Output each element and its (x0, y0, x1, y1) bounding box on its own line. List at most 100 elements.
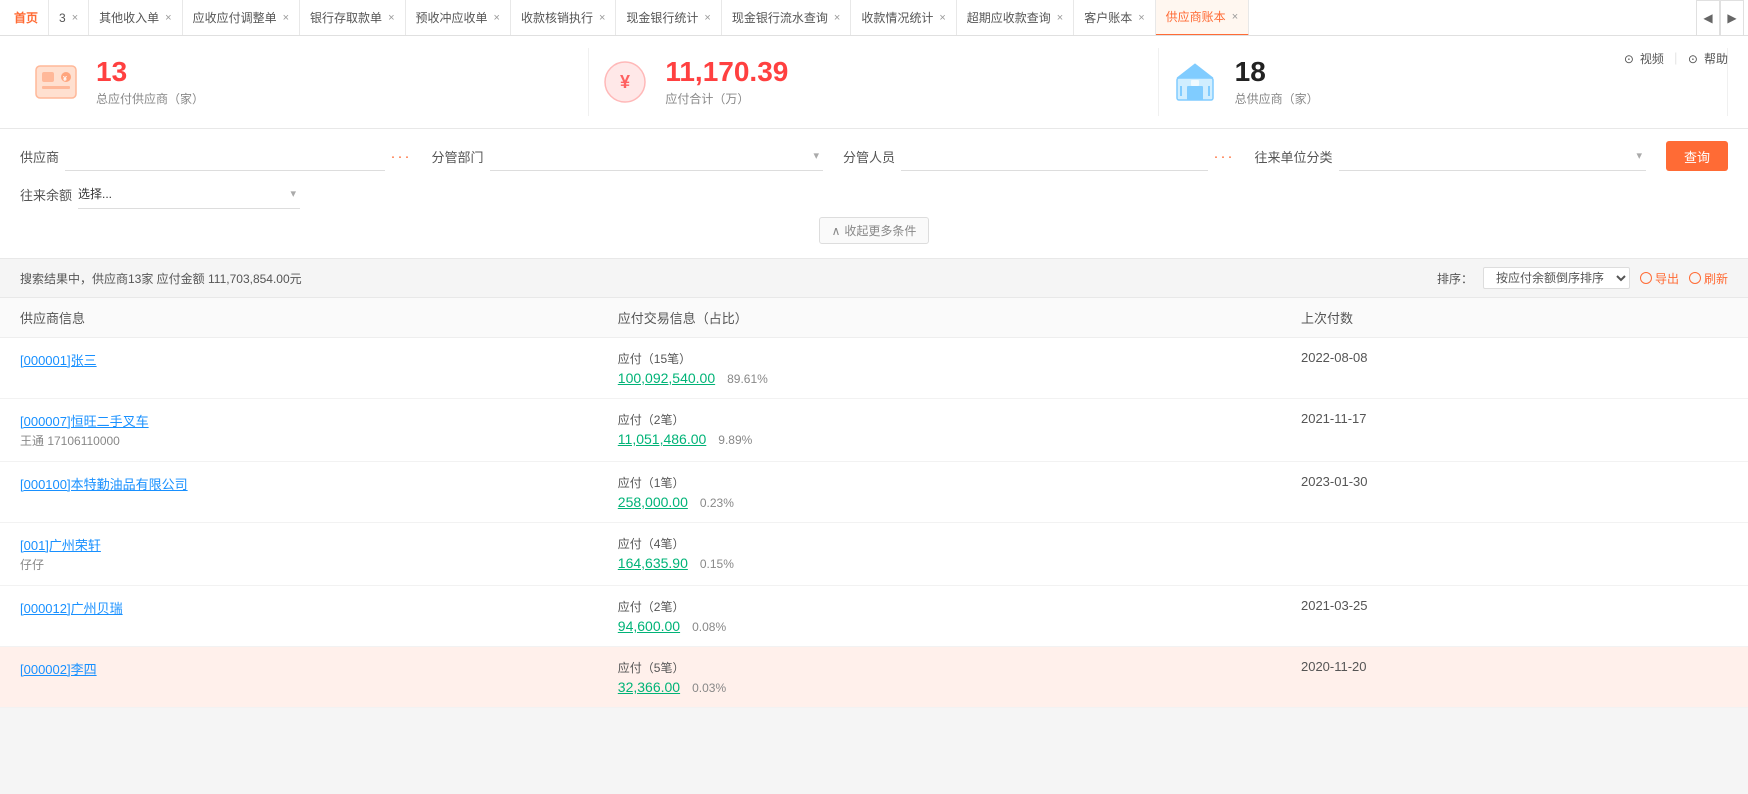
person-expand-btn[interactable]: ··· (1214, 148, 1235, 165)
dept-filter-select[interactable] (490, 141, 823, 170)
supplier-link[interactable]: [001]广州荣轩 (20, 535, 618, 554)
tx-amount[interactable]: 32,366.00 (618, 679, 680, 695)
person-filter-input[interactable] (901, 141, 1207, 171)
nav-tab-receipt-verify[interactable]: 收款核销执行 × (511, 0, 616, 36)
close-icon[interactable]: × (939, 12, 945, 24)
tx-count: 应付（2笔） (618, 598, 1301, 615)
nav-tab-home[interactable]: 首页 (4, 0, 49, 36)
sort-label: 排序： (1437, 270, 1473, 287)
close-icon[interactable]: × (1057, 12, 1063, 24)
nav-tab-supplier-ledger[interactable]: 供应商账本 × (1156, 0, 1249, 36)
supplier-info-cell: [001]广州荣轩 仔仔 (20, 535, 618, 573)
nav-next-arrow[interactable]: ▶ (1720, 0, 1744, 36)
table-row[interactable]: [000012]广州贝瑞 应付（2笔） 94,600.00 0.08% 2021… (0, 586, 1748, 647)
help-link[interactable]: 帮助 (1704, 50, 1728, 67)
supplier-info-cell: [000001]张三 (20, 350, 618, 369)
export-btn[interactable]: 导出 (1640, 270, 1679, 287)
tx-amount[interactable]: 164,635.90 (618, 555, 688, 571)
transaction-cell: 应付（2笔） 11,051,486.00 9.89% (618, 411, 1301, 447)
filter-row-1: 供应商 ··· 分管部门 ▾ 分管人员 ··· 往来单位分类 (20, 141, 1728, 171)
chevron-up-icon: ∧ (832, 224, 841, 238)
supplier-link[interactable]: [000007]恒旺二手叉车 (20, 411, 618, 430)
close-icon[interactable]: × (704, 12, 710, 24)
table-row[interactable]: [001]广州荣轩 仔仔 应付（4笔） 164,635.90 0.15% (0, 523, 1748, 586)
collapse-filter-btn[interactable]: ∧ 收起更多条件 (819, 217, 930, 244)
table-row[interactable]: [000007]恒旺二手叉车 王通 17106110000 应付（2笔） 11,… (0, 399, 1748, 462)
nav-tab-overdue-ar[interactable]: 超期应收款查询 × (957, 0, 1074, 36)
close-icon[interactable]: × (388, 12, 394, 24)
transaction-cell: 应付（1笔） 258,000.00 0.23% (618, 474, 1301, 510)
nav-tab-receipt-stat[interactable]: 收款情况统计 × (851, 0, 956, 36)
refresh-circle-icon (1689, 272, 1701, 284)
close-icon[interactable]: × (1232, 11, 1238, 23)
supplier-info-cell: [000002]李四 (20, 659, 618, 678)
video-icon: ⊙ (1624, 52, 1634, 66)
tx-amount[interactable]: 100,092,540.00 (618, 370, 715, 386)
last-pay-cell: 2021-03-25 (1301, 598, 1728, 613)
transaction-cell: 应付（5笔） 32,366.00 0.03% (618, 659, 1301, 695)
filter-row-2: 往来余额 选择... ▾ (20, 179, 1728, 209)
refresh-btn[interactable]: 刷新 (1689, 270, 1728, 287)
store-icon (1169, 56, 1221, 108)
nav-tab-3[interactable]: 3 × (49, 0, 89, 36)
tx-pct: 0.08% (692, 620, 726, 634)
table-row[interactable]: [000001]张三 应付（15笔） 100,092,540.00 89.61%… (0, 338, 1748, 399)
close-icon[interactable]: × (599, 12, 605, 24)
tx-amount[interactable]: 11,051,486.00 (618, 431, 707, 447)
supplier-info-cell: [000012]广州贝瑞 (20, 598, 618, 617)
supplier-link[interactable]: [000012]广州贝瑞 (20, 598, 618, 617)
payable-amount-label: 应付合计（万） (665, 90, 788, 107)
tx-amount-row: 100,092,540.00 89.61% (618, 370, 1301, 386)
last-pay-cell: 2020-11-20 (1301, 659, 1728, 674)
supplier-filter-input[interactable] (65, 141, 384, 171)
supplier-expand-btn[interactable]: ··· (391, 148, 412, 165)
last-pay-cell: 2023-01-30 (1301, 474, 1728, 489)
close-icon[interactable]: × (834, 12, 840, 24)
video-link[interactable]: 视频 (1640, 50, 1664, 67)
transaction-cell: 应付（2笔） 94,600.00 0.08% (618, 598, 1301, 634)
right-actions: 排序： 按应付余额倒序排序 导出 刷新 (1437, 267, 1728, 289)
close-icon[interactable]: × (165, 12, 171, 24)
balance-filter-select[interactable]: 选择... (78, 179, 300, 208)
nav-tab-cash-bank-flow[interactable]: 现金银行流水查询 × (722, 0, 851, 36)
filter-dept: 分管部门 ▾ (432, 141, 824, 171)
svg-text:¥: ¥ (620, 72, 630, 92)
last-pay-date: 2020-11-20 (1301, 659, 1367, 674)
amount-icon: ¥ (599, 56, 651, 108)
last-pay-date: 2022-08-08 (1301, 350, 1368, 365)
nav-tab-customer-ledger[interactable]: 客户账本 × (1074, 0, 1155, 36)
data-table: 供应商信息 应付交易信息（占比） 上次付数 [000001]张三 应付（15笔）… (0, 298, 1748, 708)
supplier-filter-label: 供应商 (20, 147, 59, 166)
supplier-link[interactable]: [000100]本特勤油品有限公司 (20, 474, 618, 493)
nav-prev-arrow[interactable]: ◀ (1696, 0, 1720, 36)
payable-suppliers-label: 总应付供应商（家） (96, 90, 204, 107)
table-row[interactable]: [000002]李四 应付（5笔） 32,366.00 0.03% 2020-1… (0, 647, 1748, 708)
balance-filter-label: 往来余额 (20, 185, 72, 204)
table-body: [000001]张三 应付（15笔） 100,092,540.00 89.61%… (0, 338, 1748, 708)
supplier-sub: 王通 17106110000 (20, 432, 618, 449)
nav-tab-advance-ar[interactable]: 预收冲应收单 × (406, 0, 511, 36)
supplier-link[interactable]: [000002]李四 (20, 659, 618, 678)
nav-tab-bank-deposit[interactable]: 银行存取款单 × (300, 0, 405, 36)
close-icon[interactable]: × (494, 12, 500, 24)
nav-tab-ar-ap-adjust[interactable]: 应收应付调整单 × (183, 0, 300, 36)
col-header-supplier: 供应商信息 (20, 308, 618, 327)
tx-amount[interactable]: 258,000.00 (618, 494, 688, 510)
category-filter-select[interactable] (1339, 141, 1646, 170)
transaction-cell: 应付（4笔） 164,635.90 0.15% (618, 535, 1301, 571)
close-icon[interactable]: × (283, 12, 289, 24)
last-pay-cell: 2021-11-17 (1301, 411, 1728, 426)
nav-tab-other-income[interactable]: 其他收入单 × (89, 0, 182, 36)
close-icon[interactable]: × (1138, 12, 1144, 24)
search-button[interactable]: 查询 (1666, 141, 1728, 171)
table-row[interactable]: [000100]本特勤油品有限公司 应付（1笔） 258,000.00 0.23… (0, 462, 1748, 523)
svg-text:¥: ¥ (63, 76, 67, 83)
close-icon[interactable]: × (72, 12, 78, 24)
supplier-link[interactable]: [000001]张三 (20, 350, 618, 369)
sort-select[interactable]: 按应付余额倒序排序 (1483, 267, 1630, 289)
tx-amount-row: 94,600.00 0.08% (618, 618, 1301, 634)
nav-tab-cash-bank-stat[interactable]: 现金银行统计 × (616, 0, 721, 36)
tx-amount[interactable]: 94,600.00 (618, 618, 680, 634)
top-navigation: 首页 3 × 其他收入单 × 应收应付调整单 × 银行存取款单 × 预收冲应收单… (0, 0, 1748, 36)
results-text: 搜索结果中，供应商13家 应付金额 111,703,854.00元 (20, 270, 302, 287)
